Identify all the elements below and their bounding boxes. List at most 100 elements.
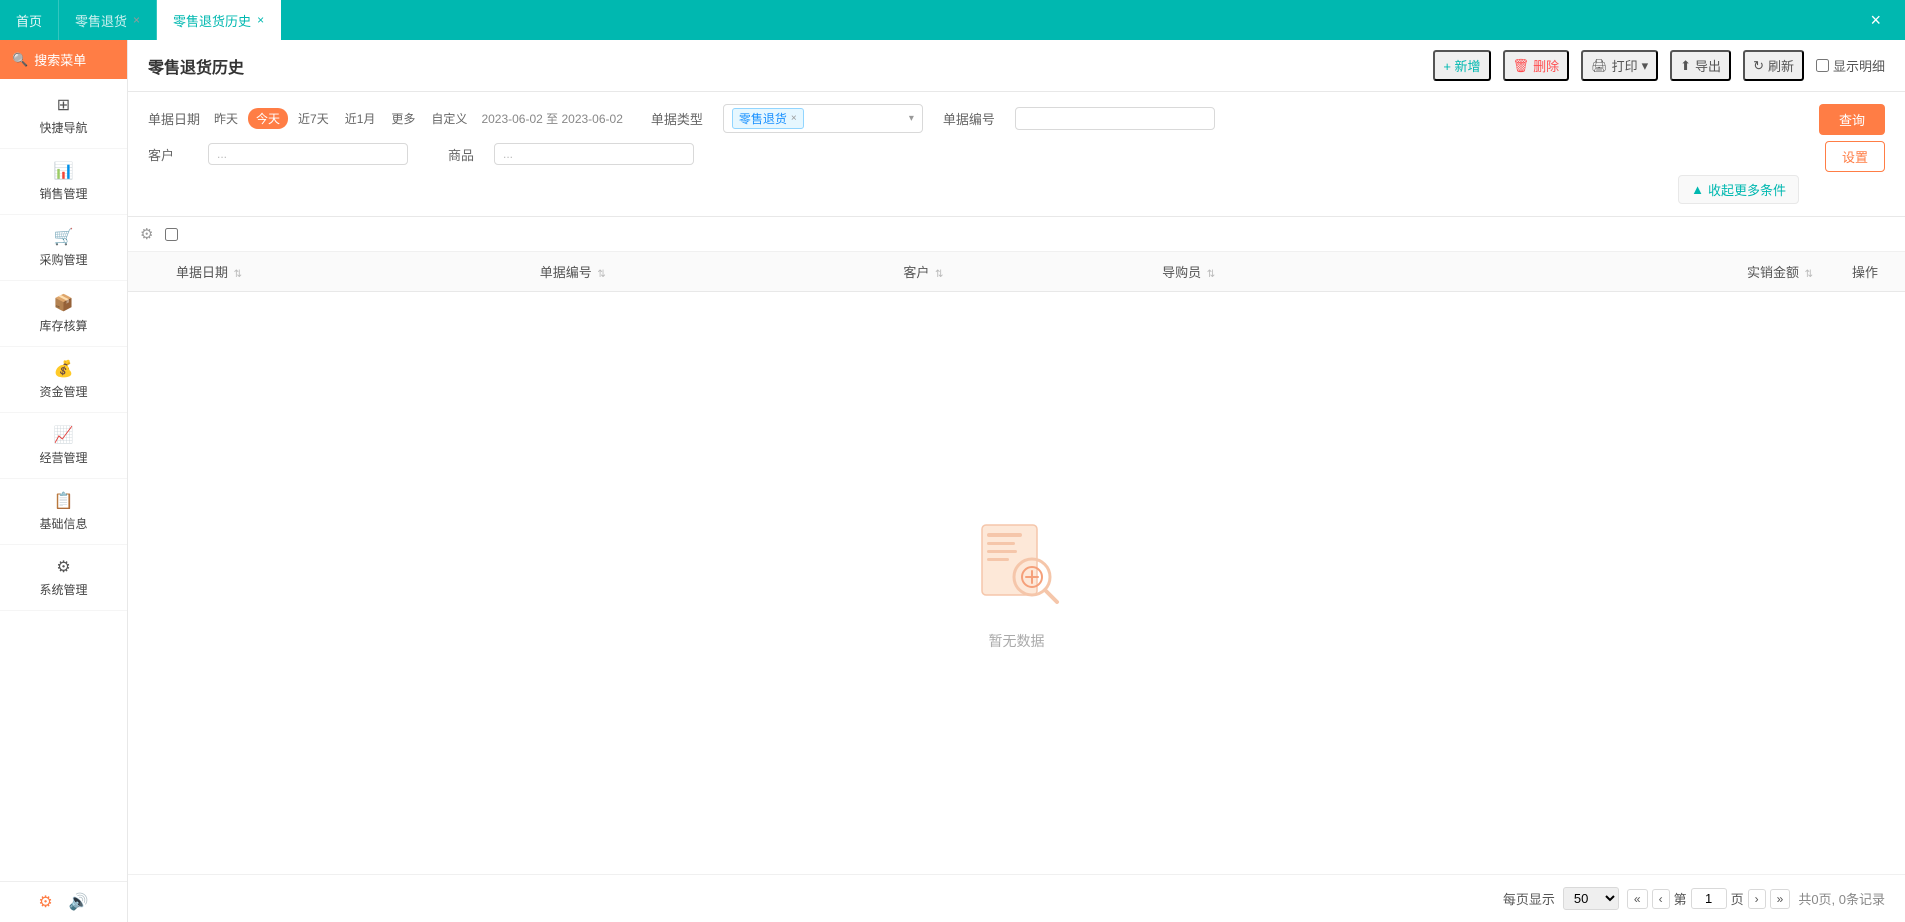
tab-home[interactable]: 首页 bbox=[0, 0, 59, 40]
sidebar-item-operation[interactable]: 📈 经营管理 bbox=[0, 413, 127, 479]
tab-retail-return-history-close[interactable]: × bbox=[257, 13, 264, 27]
sort-number-icon[interactable]: ⇅ bbox=[597, 269, 605, 280]
sidebar-search-label: 搜索菜单 bbox=[34, 50, 86, 69]
table-header-row: 单据日期 ⇅ 单据编号 ⇅ 客户 ⇅ 导购员 ⇅ bbox=[128, 252, 1905, 292]
tab-retail-return[interactable]: 零售退货 × bbox=[59, 0, 157, 40]
sidebar-search[interactable]: 🔍 搜索菜单 bbox=[0, 40, 127, 79]
pagination: 每页显示 50 10 20 100 « ‹ 第 页 › » 共0页, 0条记录 bbox=[128, 874, 1905, 922]
type-filter-selector[interactable]: 零售退货 × ▾ bbox=[723, 104, 923, 133]
delete-icon: 🗑 bbox=[1513, 58, 1530, 74]
date-btn-last7[interactable]: 近7天 bbox=[292, 108, 335, 129]
sidebar-item-label: 系统管理 bbox=[39, 581, 87, 598]
sidebar-item-quick-nav[interactable]: ⊞ 快捷导航 bbox=[0, 83, 127, 149]
nav-first-button[interactable]: « bbox=[1627, 889, 1648, 909]
collapse-icon: ▲ bbox=[1691, 182, 1704, 197]
page-label: 第 bbox=[1674, 889, 1687, 908]
number-filter-label: 单据编号 bbox=[943, 109, 995, 128]
setting-button[interactable]: 设置 bbox=[1825, 141, 1885, 172]
sales-icon: 📊 bbox=[54, 161, 74, 181]
nav-next-button[interactable]: › bbox=[1748, 889, 1766, 909]
table-settings-icon[interactable]: ⚙ bbox=[140, 225, 153, 243]
sidebar-item-label: 资金管理 bbox=[39, 383, 87, 400]
th-action: 操作 bbox=[1825, 252, 1905, 292]
select-all-checkbox[interactable] bbox=[165, 228, 178, 241]
main-layout: 🔍 搜索菜单 ⊞ 快捷导航 📊 销售管理 🛒 采购管理 📦 库存核算 💰 bbox=[0, 40, 1905, 922]
display-detail-checkbox[interactable] bbox=[1816, 59, 1829, 72]
sidebar-item-sales[interactable]: 📊 销售管理 bbox=[0, 149, 127, 215]
refresh-icon: ↻ bbox=[1753, 58, 1764, 74]
purchase-icon: 🛒 bbox=[54, 227, 74, 247]
empty-icon bbox=[967, 515, 1067, 615]
sidebar-item-inventory[interactable]: 📦 库存核算 bbox=[0, 281, 127, 347]
date-btn-custom[interactable]: 自定义 bbox=[425, 108, 473, 129]
customer-filter-input[interactable]: ... bbox=[208, 143, 408, 165]
tab-list: 首页 零售退货 × 零售退货历史 × bbox=[0, 0, 1846, 40]
print-button[interactable]: 🖨 打印 ▾ bbox=[1581, 50, 1658, 81]
sidebar-item-label: 基础信息 bbox=[39, 515, 87, 532]
settings-button[interactable]: ⚙ bbox=[38, 892, 52, 912]
display-detail-toggle[interactable]: 显示明细 bbox=[1816, 56, 1885, 75]
type-filter-arrow: ▾ bbox=[909, 113, 914, 124]
page-header: 零售退货历史 + 新增 🗑 删除 🖨 打印 ▾ ⬆ 导出 ↻ bbox=[128, 40, 1905, 92]
date-btn-more[interactable]: 更多 bbox=[385, 108, 421, 129]
delete-button[interactable]: 🗑 删除 bbox=[1503, 50, 1570, 81]
sidebar-item-basic-info[interactable]: 📋 基础信息 bbox=[0, 479, 127, 545]
date-btn-last1month[interactable]: 近1月 bbox=[339, 108, 382, 129]
date-btn-today[interactable]: 今天 bbox=[248, 108, 288, 129]
type-filter-tag-remove[interactable]: × bbox=[791, 113, 797, 124]
main-filter: 单据日期 昨天 今天 近7天 近1月 更多 自定义 2023-06-02 至 2… bbox=[148, 104, 1885, 204]
sidebar-item-system[interactable]: ⚙ 系统管理 bbox=[0, 545, 127, 611]
tab-retail-return-history-label: 零售退货历史 bbox=[173, 11, 251, 30]
th-amount: 实销金额 ⇅ bbox=[1461, 252, 1825, 292]
page-number-input[interactable] bbox=[1691, 888, 1727, 909]
filter-rows-wrap: 单据日期 昨天 今天 近7天 近1月 更多 自定义 2023-06-02 至 2… bbox=[148, 104, 1799, 204]
operation-icon: 📈 bbox=[54, 425, 74, 445]
tab-retail-return-history[interactable]: 零售退货历史 × bbox=[157, 0, 281, 40]
date-btn-yesterday[interactable]: 昨天 bbox=[208, 108, 244, 129]
sidebar-item-finance[interactable]: 💰 资金管理 bbox=[0, 347, 127, 413]
page-nav: « ‹ 第 页 › » bbox=[1627, 888, 1790, 909]
per-page-select[interactable]: 50 10 20 100 bbox=[1563, 887, 1619, 910]
nav-last-button[interactable]: » bbox=[1770, 889, 1791, 909]
th-checkbox bbox=[128, 252, 164, 292]
empty-text: 暂无数据 bbox=[989, 631, 1045, 651]
system-icon: ⚙ bbox=[56, 557, 70, 577]
window-close-button[interactable]: × bbox=[1862, 10, 1889, 31]
tab-retail-return-label: 零售退货 bbox=[75, 11, 127, 30]
export-button[interactable]: ⬆ 导出 bbox=[1670, 50, 1731, 81]
collapse-button[interactable]: ▲ 收起更多条件 bbox=[1678, 175, 1799, 204]
volume-button[interactable]: 🔊 bbox=[69, 892, 89, 912]
page-unit: 页 bbox=[1731, 889, 1744, 908]
filter-right: 查询 设置 bbox=[1819, 104, 1885, 172]
sidebar-item-label: 经营管理 bbox=[39, 449, 87, 466]
filter-row-2: 客户 ... 商品 ... bbox=[148, 143, 1799, 165]
date-filter-buttons: 昨天 今天 近7天 近1月 更多 自定义 2023-06-02 至 2023-0… bbox=[208, 108, 623, 129]
empty-state: 暂无数据 bbox=[128, 292, 1905, 874]
header-actions: + 新增 🗑 删除 🖨 打印 ▾ ⬆ 导出 ↻ 刷新 bbox=[1433, 50, 1885, 81]
sidebar-item-label: 销售管理 bbox=[39, 185, 87, 202]
sort-guide-icon[interactable]: ⇅ bbox=[1207, 269, 1215, 280]
search-icon: 🔍 bbox=[12, 52, 28, 68]
top-bar: 首页 零售退货 × 零售退货历史 × × bbox=[0, 0, 1905, 40]
th-guide: 导购员 ⇅ bbox=[1150, 252, 1461, 292]
type-filter-label: 单据类型 bbox=[651, 109, 703, 128]
filter-area: 单据日期 昨天 今天 近7天 近1月 更多 自定义 2023-06-02 至 2… bbox=[128, 92, 1905, 217]
per-page-label: 每页显示 bbox=[1503, 889, 1555, 908]
sort-date-icon[interactable]: ⇅ bbox=[234, 269, 242, 280]
tab-retail-return-close[interactable]: × bbox=[133, 13, 140, 27]
new-button[interactable]: + 新增 bbox=[1433, 50, 1490, 81]
sort-amount-icon[interactable]: ⇅ bbox=[1805, 269, 1813, 280]
th-customer: 客户 ⇅ bbox=[891, 252, 1150, 292]
goods-filter-input[interactable]: ... bbox=[494, 143, 694, 165]
sidebar-item-purchase[interactable]: 🛒 采购管理 bbox=[0, 215, 127, 281]
sort-customer-icon[interactable]: ⇅ bbox=[935, 269, 943, 280]
query-button[interactable]: 查询 bbox=[1819, 104, 1885, 135]
print-icon: 🖨 bbox=[1591, 58, 1608, 74]
nav-prev-button[interactable]: ‹ bbox=[1652, 889, 1670, 909]
date-range-display: 2023-06-02 至 2023-06-02 bbox=[481, 110, 622, 127]
inventory-icon: 📦 bbox=[54, 293, 74, 313]
date-filter-label: 单据日期 bbox=[148, 109, 208, 128]
number-filter-input[interactable] bbox=[1015, 107, 1215, 130]
sidebar-bottom: ⚙ 🔊 bbox=[0, 881, 127, 922]
refresh-button[interactable]: ↻ 刷新 bbox=[1743, 50, 1804, 81]
